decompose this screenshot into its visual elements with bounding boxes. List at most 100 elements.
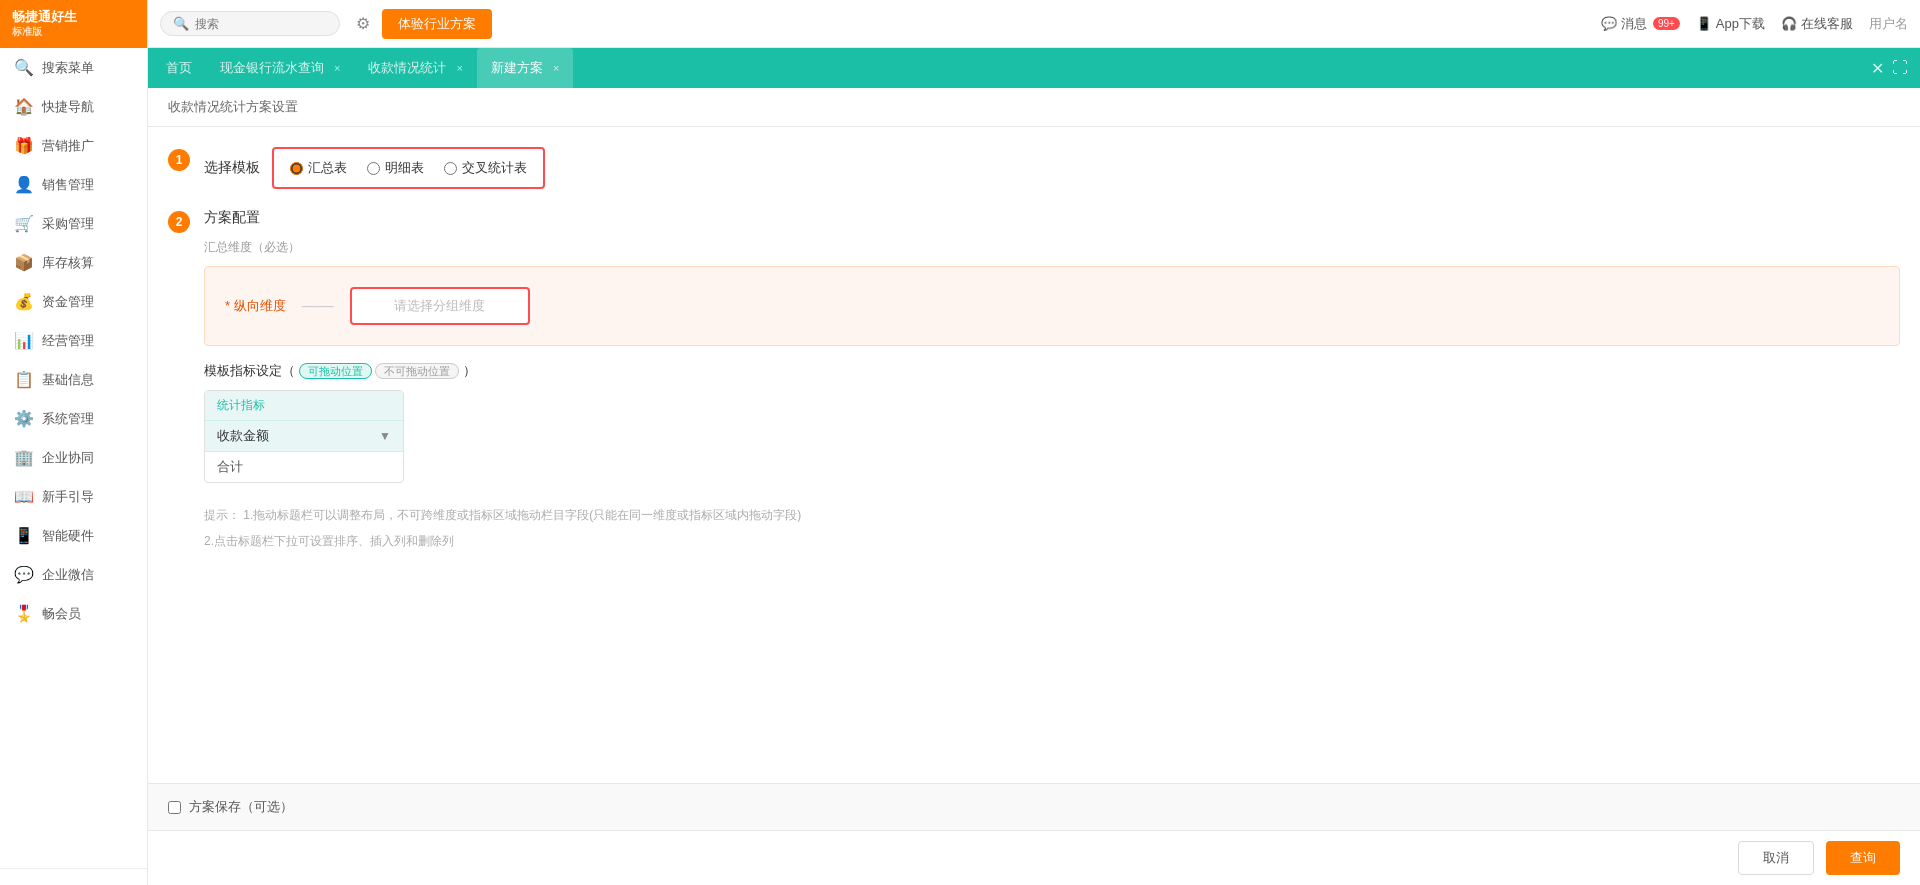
logo-sub: 标准版 — [12, 25, 77, 39]
sidebar-label-wechat: 企业微信 — [42, 566, 94, 584]
vertical-label: * 纵向维度 — [225, 297, 286, 315]
tab-new-plan[interactable]: 新建方案× — [477, 48, 573, 88]
tip1: 提示： 1.拖动标题栏可以调整布局，不可跨维度或指标区域拖动栏目字段(只能在同一… — [204, 503, 1900, 527]
tab-bar: 首页现金银行流水查询×收款情况统计×新建方案× ✕ ⛶ — [148, 48, 1920, 88]
tab-home[interactable]: 首页 — [152, 48, 206, 88]
save-label[interactable]: 方案保存（可选） — [189, 798, 293, 816]
online-service-item[interactable]: 🎧 在线客服 — [1781, 15, 1853, 33]
arrow-icon: —— — [302, 297, 334, 315]
search-input[interactable] — [195, 17, 315, 31]
template-options: 汇总表 明细表 交叉统计表 — [272, 147, 545, 189]
sidebar-item-system[interactable]: ⚙️ 系统管理 — [0, 399, 147, 438]
metrics-config: 模板指标设定（ 可拖动位置 不可拖动位置 ） 统计指标 收款金额 ▼ — [204, 362, 1900, 553]
main-content: 🔍 ⚙ 体验行业方案 💬 消息 99+ 📱 App下载 🎧 在线客服 用户名 首… — [148, 0, 1920, 885]
dimension-select[interactable]: 请选择分组维度 — [350, 287, 530, 325]
header-search-box[interactable]: 🔍 — [160, 11, 340, 36]
industry-btn[interactable]: 体验行业方案 — [382, 9, 492, 39]
sidebar-label-smart-hw: 智能硬件 — [42, 527, 94, 545]
sidebar-label-member: 畅会员 — [42, 605, 81, 623]
sidebar-item-sales[interactable]: 👤销售管理 — [0, 165, 147, 204]
system-icon: ⚙️ — [14, 409, 34, 428]
metrics-table: 统计指标 收款金额 ▼ 合计 — [204, 390, 404, 483]
dimension-area: * 纵向维度 —— 请选择分组维度 — [204, 266, 1900, 346]
dimension-row: * 纵向维度 —— 请选择分组维度 — [225, 287, 1879, 325]
sidebar-item-finance[interactable]: 💰资金管理 — [0, 282, 147, 321]
action-bar: 取消 查询 — [148, 830, 1920, 885]
sidebar-item-member[interactable]: 🎖️ 畅会员 — [0, 594, 147, 633]
sidebar-item-enterprise[interactable]: 🏢 企业协同 — [0, 438, 147, 477]
tab-receipt-stats[interactable]: 收款情况统计 × — [354, 48, 476, 88]
query-button[interactable]: 查询 — [1826, 841, 1900, 875]
cancel-button[interactable]: 取消 — [1738, 841, 1814, 875]
section1-row: 1 选择模板 汇总表 明细表 — [168, 147, 1900, 189]
radio-detail[interactable]: 明细表 — [367, 159, 424, 177]
page-breadcrumb: 收款情况统计方案设置 — [148, 88, 1920, 127]
tip2: 2.点击标题栏下拉可设置排序、插入列和删除列 — [204, 529, 1900, 553]
message-icon: 💬 — [1601, 16, 1617, 31]
sidebar-item-guide[interactable]: 📖 新手引导 — [0, 477, 147, 516]
sidebar-label-purchase: 采购管理 — [42, 215, 94, 233]
download-icon: 📱 — [1696, 16, 1712, 31]
section2-num: 2 — [168, 211, 190, 233]
member-icon: 🎖️ — [14, 604, 34, 623]
section2-body: 方案配置 汇总维度（必选） * 纵向维度 —— 请选择分组维度 — [204, 209, 1900, 555]
sidebar-items: 🔍 搜索菜单 🏠快捷导航🎁营销推广👤销售管理 🛒 采购管理 📦库存核算💰资金管理📊经营管理… — [0, 48, 147, 633]
sidebar-logo: 畅捷通好生 标准版 — [0, 0, 147, 48]
tab-label-home: 首页 — [166, 59, 192, 77]
app-download-item[interactable]: 📱 App下载 — [1696, 15, 1765, 33]
sidebar-label-sales: 销售管理 — [42, 176, 94, 194]
search-menu-icon: 🔍 — [14, 58, 34, 77]
sidebar-item-inventory[interactable]: 📦库存核算 — [0, 243, 147, 282]
user-name: 用户名 — [1869, 15, 1908, 33]
tab-close-new-plan[interactable]: × — [553, 62, 559, 74]
sidebar-item-smart-hw[interactable]: 📱 智能硬件 — [0, 516, 147, 555]
page-area: 收款情况统计方案设置 1 选择模板 汇总表 — [148, 88, 1920, 885]
close-window-icon[interactable]: ✕ — [1871, 59, 1884, 78]
tab-close-bank-flow[interactable]: × — [334, 62, 340, 74]
smart-hw-icon: 📱 — [14, 526, 34, 545]
tab-label-receipt-stats: 收款情况统计 — [368, 59, 446, 77]
tabs-container: 首页现金银行流水查询×收款情况统计×新建方案× — [152, 48, 1871, 88]
tab-right-icons: ✕ ⛶ — [1871, 59, 1916, 78]
sidebar-item-search-menu[interactable]: 🔍 搜索菜单 — [0, 48, 147, 87]
save-checkbox[interactable] — [168, 801, 181, 814]
tab-bank-flow[interactable]: 现金银行流水查询× — [206, 48, 354, 88]
sidebar-label-marketing: 营销推广 — [42, 137, 94, 155]
sidebar-item-purchase[interactable]: 🛒 采购管理 — [0, 204, 147, 243]
no-drag-badge: 不可拖动位置 — [375, 363, 459, 379]
radio-summary[interactable]: 汇总表 — [290, 159, 347, 177]
message-item[interactable]: 💬 消息 99+ — [1601, 15, 1680, 33]
expand-icon[interactable]: ⛶ — [1892, 59, 1908, 78]
sidebar-label-basic-info: 基础信息 — [42, 371, 94, 389]
section2-title: 方案配置 — [204, 209, 1900, 227]
gear-icon[interactable]: ⚙ — [356, 14, 370, 33]
sidebar-label-enterprise: 企业协同 — [42, 449, 94, 467]
sidebar-label-inventory: 库存核算 — [42, 254, 94, 272]
dropdown-arrow-icon: ▼ — [379, 429, 391, 443]
metrics-label: 模板指标设定（ 可拖动位置 不可拖动位置 ） — [204, 362, 1900, 380]
purchase-icon: 🛒 — [14, 214, 34, 233]
radio-cross[interactable]: 交叉统计表 — [444, 159, 527, 177]
tips-section: 提示： 1.拖动标题栏可以调整布局，不可跨维度或指标区域拖动栏目字段(只能在同一… — [204, 503, 1900, 553]
message-badge: 99+ — [1653, 17, 1680, 30]
sidebar-item-wechat[interactable]: 💬企业微信 — [0, 555, 147, 594]
sidebar-item-marketing[interactable]: 🎁营销推广 — [0, 126, 147, 165]
sidebar-label-system: 系统管理 — [42, 410, 94, 428]
header-right: 💬 消息 99+ 📱 App下载 🎧 在线客服 用户名 — [1601, 15, 1908, 33]
guide-icon: 📖 — [14, 487, 34, 506]
sidebar-label-operations: 经营管理 — [42, 332, 94, 350]
sidebar-bottom — [0, 868, 147, 885]
total-row: 合计 — [205, 452, 403, 482]
amount-col[interactable]: 收款金额 ▼ — [205, 421, 403, 452]
stats-label: 统计指标 — [205, 391, 403, 421]
sidebar-label-finance: 资金管理 — [42, 293, 94, 311]
sidebar-item-operations[interactable]: 📊经营管理 — [0, 321, 147, 360]
sidebar-item-basic-info[interactable]: 📋基础信息 — [0, 360, 147, 399]
drag-badge: 可拖动位置 — [299, 363, 372, 379]
enterprise-icon: 🏢 — [14, 448, 34, 467]
sidebar-label-search-menu: 搜索菜单 — [42, 59, 94, 77]
sidebar-label-guide: 新手引导 — [42, 488, 94, 506]
sidebar-item-quick-nav[interactable]: 🏠快捷导航 — [0, 87, 147, 126]
tab-close-receipt-stats[interactable]: × — [456, 62, 462, 74]
section1-title: 选择模板 — [204, 159, 260, 177]
